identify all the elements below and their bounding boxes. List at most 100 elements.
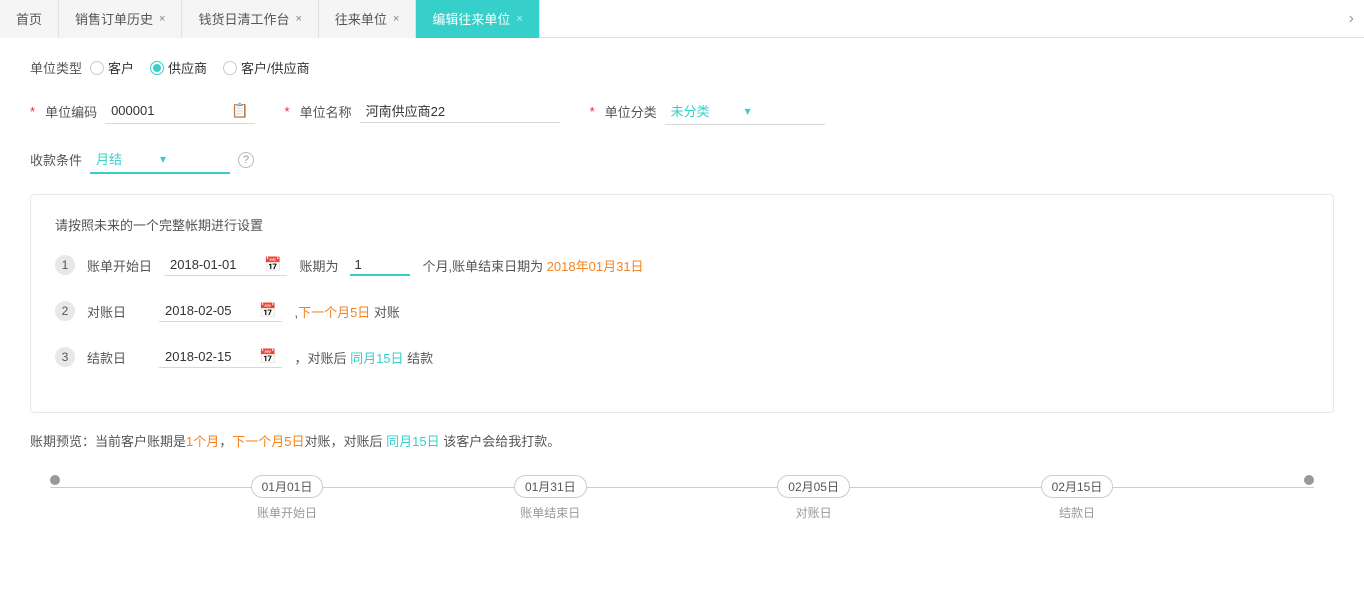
tab-cashflow-label: 钱货日清工作台 bbox=[198, 9, 289, 28]
timeline-badge-4: 02月15日 bbox=[1041, 475, 1114, 498]
preview-text: 账期预览：当前客户账期是1个月，下一个月5日对账，对账后 同月15日 该客户会给… bbox=[30, 429, 1334, 455]
timeline-end-dot bbox=[1304, 475, 1314, 485]
timeline-point-3: 02月05日 对账日 bbox=[777, 475, 850, 521]
tab-sales-history-close[interactable]: × bbox=[159, 13, 165, 25]
row-label-2: 对账日 bbox=[87, 302, 147, 321]
timeline-point-1: 01月01日 账单开始日 bbox=[251, 475, 324, 521]
date-field-3[interactable] bbox=[165, 349, 255, 364]
preview-part2: 下一个月5日 bbox=[232, 434, 304, 449]
unit-code-input[interactable] bbox=[111, 103, 231, 118]
unit-code-field: * 单位编码 📋 bbox=[30, 98, 255, 124]
preview-part1: 1个月 bbox=[186, 434, 219, 449]
row-months-desc: 个月,账单结束日期为 2018年01月31日 bbox=[422, 256, 643, 275]
tab-edit-partner-label: 编辑往来单位 bbox=[432, 9, 510, 28]
unit-category-arrow: ▾ bbox=[745, 104, 819, 118]
preview-end: 该客户会给我打款。 bbox=[443, 434, 560, 449]
radio-both[interactable]: 客户/供应商 bbox=[223, 58, 310, 77]
timeline-start-dot bbox=[50, 475, 60, 485]
calendar-icon-3[interactable]: 📅 bbox=[259, 348, 276, 365]
unit-name-required: * bbox=[285, 104, 290, 119]
payment-terms-value: 月结 bbox=[96, 149, 160, 168]
payment-terms-field: 收款条件 月结 ▾ ? bbox=[30, 145, 254, 174]
radio-customer[interactable]: 客户 bbox=[90, 58, 134, 77]
settings-box: 请按照未来的一个完整帐期进行设置 1 账单开始日 📅 账期为 个月,账单结束日期… bbox=[30, 194, 1334, 413]
main-content: 单位类型 客户 供应商 客户/供应商 * 单位编码 bbox=[0, 38, 1364, 608]
same-month-15: 同月15日 bbox=[350, 351, 403, 366]
tab-edit-partner-close[interactable]: × bbox=[516, 13, 522, 25]
settings-title: 请按照未来的一个完整帐期进行设置 bbox=[55, 215, 1309, 234]
payment-terms-select[interactable]: 月结 ▾ bbox=[90, 145, 230, 174]
tab-cashflow[interactable]: 钱货日清工作台 × bbox=[182, 0, 318, 38]
timeline-label-3: 对账日 bbox=[796, 504, 832, 521]
radio-supplier[interactable]: 供应商 bbox=[150, 58, 207, 77]
radio-both-label: 客户/供应商 bbox=[241, 58, 310, 77]
radio-supplier-label: 供应商 bbox=[168, 58, 207, 77]
timeline-start bbox=[50, 475, 60, 489]
tab-partners-close[interactable]: × bbox=[393, 13, 399, 25]
row-suffix-1: 账期为 bbox=[299, 256, 338, 275]
timeline-badge-1: 01月01日 bbox=[251, 475, 324, 498]
unit-name-label: 单位名称 bbox=[300, 102, 352, 121]
radio-customer-circle bbox=[90, 61, 104, 75]
timeline-label-2: 账单结束日 bbox=[520, 504, 580, 521]
tab-sales-history[interactable]: 销售订单历史 × bbox=[59, 0, 182, 38]
unit-type-radio-group: 客户 供应商 客户/供应商 bbox=[90, 58, 310, 77]
tab-bar: 首页 销售订单历史 × 钱货日清工作台 × 往来单位 × 编辑往来单位 × › bbox=[0, 0, 1364, 38]
timeline-label-1: 账单开始日 bbox=[257, 504, 317, 521]
radio-customer-label: 客户 bbox=[108, 58, 134, 77]
end-date-highlight: 2018年01月31日 bbox=[547, 259, 644, 274]
unit-code-icon[interactable]: 📋 bbox=[231, 102, 248, 119]
calendar-icon-1[interactable]: 📅 bbox=[264, 256, 281, 273]
tab-home[interactable]: 首页 bbox=[0, 0, 59, 38]
date-field-1[interactable] bbox=[170, 257, 260, 272]
calendar-icon-2[interactable]: 📅 bbox=[259, 302, 276, 319]
tab-edit-partner[interactable]: 编辑往来单位 × bbox=[416, 0, 539, 38]
radio-both-circle bbox=[223, 61, 237, 75]
timeline-container: 01月01日 账单开始日 01月31日 账单结束日 02月05日 对账日 02月… bbox=[30, 475, 1334, 521]
unit-category-label: 单位分类 bbox=[605, 102, 657, 121]
preview-comma1: ， bbox=[219, 434, 232, 449]
tab-more-button[interactable]: › bbox=[1339, 10, 1364, 28]
unit-category-field: * 单位分类 未分类 ▾ bbox=[590, 97, 825, 125]
unit-code-label: 单位编码 bbox=[45, 102, 97, 121]
timeline-badge-2: 01月31日 bbox=[514, 475, 587, 498]
row-desc-2: ,下一个月5日 对账 bbox=[294, 302, 399, 321]
date-input-2: 📅 bbox=[159, 300, 282, 322]
unit-type-row: 单位类型 客户 供应商 客户/供应商 bbox=[30, 58, 1334, 77]
unit-category-select[interactable]: 未分类 ▾ bbox=[665, 97, 825, 125]
unit-type-label: 单位类型 bbox=[30, 58, 82, 77]
timeline-point-4: 02月15日 结款日 bbox=[1041, 475, 1114, 521]
date-field-2[interactable] bbox=[165, 303, 255, 318]
timeline-end bbox=[1304, 475, 1314, 489]
tab-cashflow-close[interactable]: × bbox=[295, 13, 301, 25]
payment-terms-row: 收款条件 月结 ▾ ? bbox=[30, 145, 1334, 174]
row-label-1: 账单开始日 bbox=[87, 256, 152, 275]
timeline-label-4: 结款日 bbox=[1059, 504, 1095, 521]
date-input-3: 📅 bbox=[159, 346, 282, 368]
row-number-3: 3 bbox=[55, 347, 75, 367]
unit-type-field: 单位类型 客户 供应商 客户/供应商 bbox=[30, 58, 310, 77]
months-input[interactable] bbox=[350, 255, 410, 276]
setting-row-2: 2 对账日 📅 ,下一个月5日 对账 bbox=[55, 300, 1309, 322]
preview-part3: 同月15日 bbox=[386, 434, 439, 449]
tab-partners-label: 往来单位 bbox=[335, 9, 387, 28]
setting-row-1: 1 账单开始日 📅 账期为 个月,账单结束日期为 2018年01月31日 bbox=[55, 254, 1309, 276]
tab-home-label: 首页 bbox=[16, 9, 42, 28]
row-number-2: 2 bbox=[55, 301, 75, 321]
tab-partners[interactable]: 往来单位 × bbox=[319, 0, 416, 38]
payment-terms-label: 收款条件 bbox=[30, 150, 82, 169]
tab-sales-history-label: 销售订单历史 bbox=[75, 9, 153, 28]
date-input-1: 📅 bbox=[164, 254, 287, 276]
code-name-category-row: * 单位编码 📋 * 单位名称 * 单位分类 未分类 ▾ bbox=[30, 97, 1334, 125]
next-month-5: 下一个月5日 bbox=[298, 305, 370, 320]
unit-name-input[interactable] bbox=[360, 99, 560, 123]
row-number-1: 1 bbox=[55, 255, 75, 275]
unit-name-field: * 单位名称 bbox=[285, 99, 560, 123]
unit-code-input-wrapper: 📋 bbox=[105, 98, 254, 124]
radio-supplier-circle bbox=[150, 61, 164, 75]
unit-code-required: * bbox=[30, 104, 35, 119]
unit-category-required: * bbox=[590, 104, 595, 119]
preview-mid: 对账，对账后 bbox=[305, 434, 383, 449]
help-icon[interactable]: ? bbox=[238, 152, 254, 168]
timeline-badge-3: 02月05日 bbox=[777, 475, 850, 498]
